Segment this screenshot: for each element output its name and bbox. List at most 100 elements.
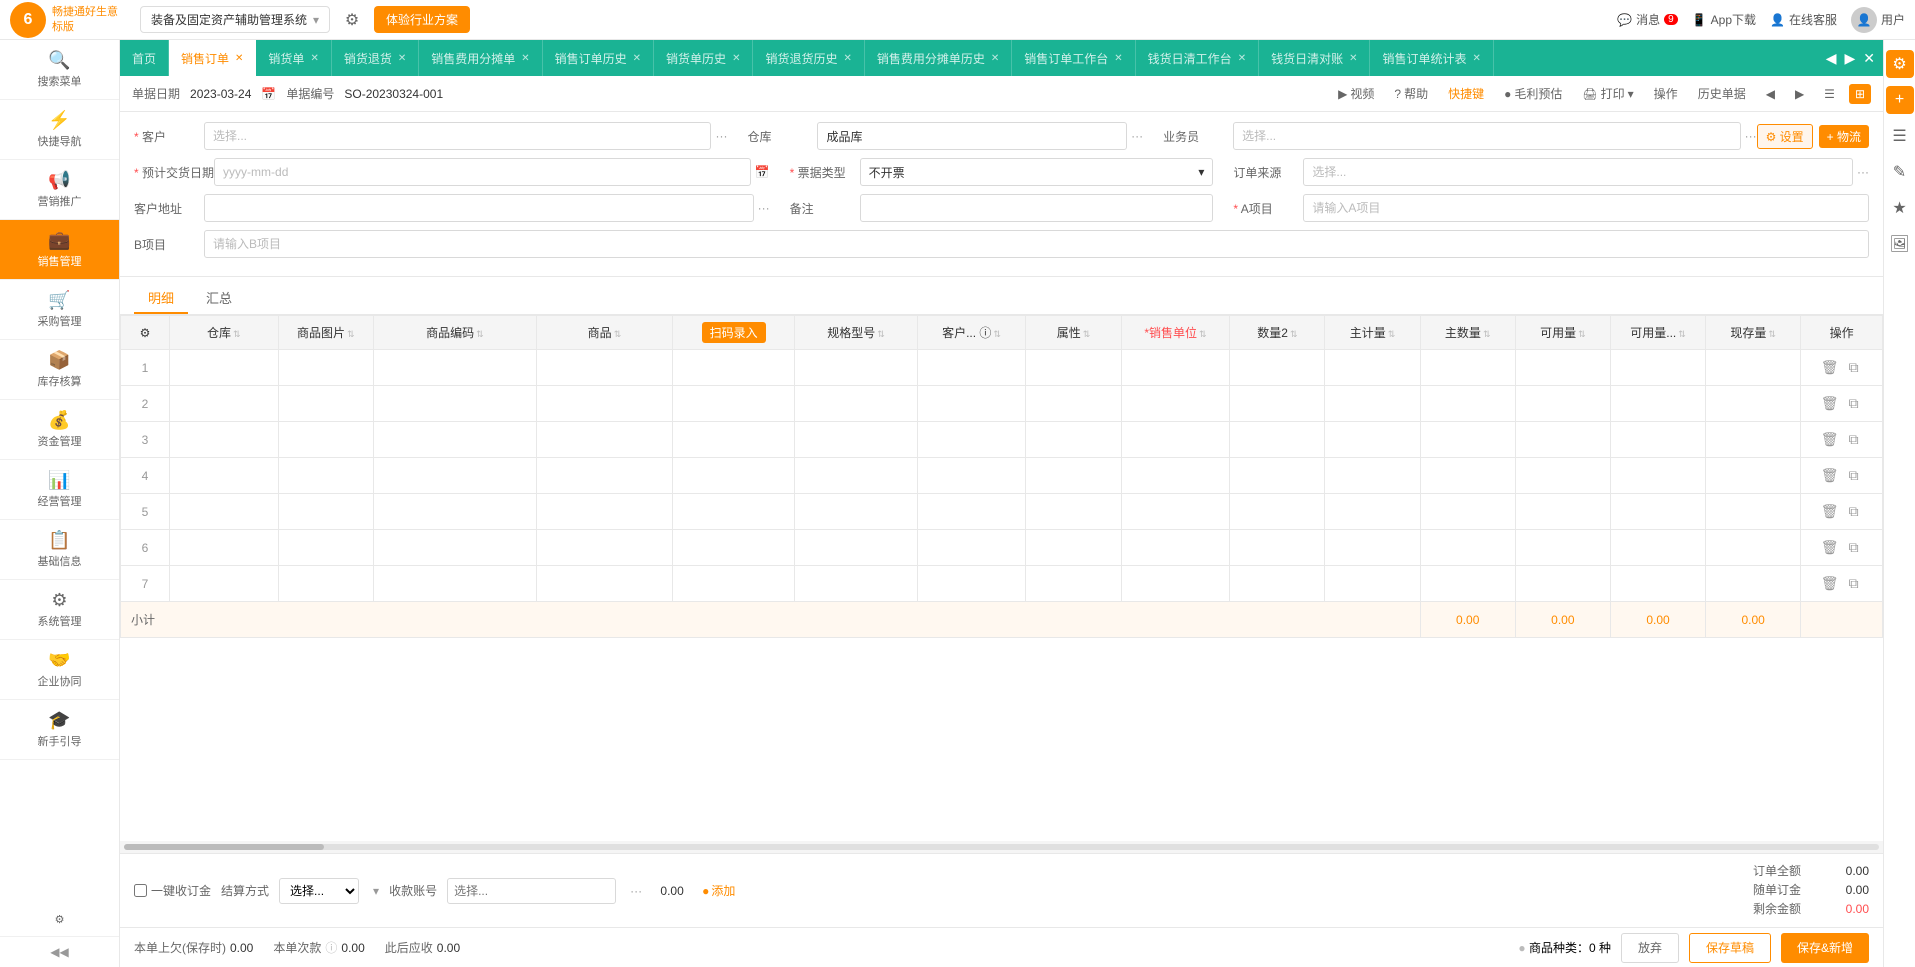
customer-input[interactable] [204,122,711,150]
tab-invoice-history[interactable]: 销货单历史 ✕ [654,40,753,76]
system-selector[interactable]: 装备及固定资产辅助管理系统 ▾ [140,6,330,33]
right-star-icon[interactable]: ★ [1886,194,1914,222]
sidebar-item-operations[interactable]: 📊 经营管理 [0,460,119,520]
order-source-input[interactable] [1303,158,1853,186]
delete-row-1-icon[interactable]: 🗑 [1820,358,1840,378]
invoice-select[interactable]: 不开票 ▾ [860,158,1214,186]
horizontal-scrollbar[interactable] [120,841,1883,853]
sidebar-item-guide[interactable]: 🎓 新手引导 [0,700,119,760]
sidebar-item-search[interactable]: 🔍 搜索菜单 [0,40,119,100]
sidebar-item-sales[interactable]: 💼 销售管理 [0,220,119,280]
copy-row-5-icon[interactable]: ⧉ [1844,502,1864,522]
copy-row-2-icon[interactable]: ⧉ [1844,394,1864,414]
delivery-calendar-icon[interactable]: 📅 [755,165,770,179]
tab-close-sales-expense[interactable]: ✕ [521,53,529,64]
table-scroll[interactable]: ⚙ 仓库⇅ 商品图片⇅ 商品编码⇅ 商品⇅ 扫码录入 规格型号⇅ 客户... ⓘ… [120,315,1883,841]
delivery-date-input[interactable] [214,158,751,186]
settings-button[interactable]: ⚙ [338,6,366,34]
copy-row-3-icon[interactable]: ⧉ [1844,430,1864,450]
print-button[interactable]: 🖨 打印 ▾ [1576,82,1639,105]
tab-sales-order[interactable]: 销售订单 ✕ [169,40,256,76]
sidebar-item-navigation[interactable]: ⚡ 快捷导航 [0,100,119,160]
online-service-button[interactable]: 👤 在线客服 [1770,11,1837,28]
b-project-input[interactable] [204,230,1869,258]
right-add-icon[interactable]: + [1886,86,1914,114]
sidebar-item-purchase[interactable]: 🛒 采购管理 [0,280,119,340]
right-image-icon[interactable]: 🖼 [1886,230,1914,258]
calendar-icon[interactable]: 📅 [261,87,276,101]
tab-daily-workspace[interactable]: 钱货日清工作台 ✕ [1136,40,1259,76]
delete-row-5-icon[interactable]: 🗑 [1820,502,1840,522]
one-click-checkbox-label[interactable]: 一键收订金 [134,882,211,899]
warehouse-more-icon[interactable]: ··· [1131,129,1143,143]
tab-order-workspace[interactable]: 销售订单工作台 ✕ [1012,40,1135,76]
trial-button[interactable]: 体验行业方案 [374,6,470,33]
sidebar-item-inventory[interactable]: 📦 库存核算 [0,340,119,400]
col-header-image[interactable]: 商品图片⇅ [278,316,373,350]
col-header-qty-main[interactable]: 主数量⇅ [1420,316,1515,350]
scroll-thumb[interactable] [124,844,324,850]
col-header-attr[interactable]: 属性⇅ [1026,316,1121,350]
shortcut-button[interactable]: 快捷键 [1442,82,1490,105]
tab-sales-return[interactable]: 销货退货 ✕ [332,40,419,76]
staff-input[interactable] [1233,122,1740,150]
tab-sales-order-history[interactable]: 销售订单历史 ✕ [543,40,654,76]
tab-next-button[interactable]: ▶ [1840,48,1859,69]
col-header-product[interactable]: 商品⇅ [536,316,672,350]
discard-button[interactable]: 放弃 [1621,933,1679,963]
col-header-spec[interactable]: 规格型号⇅ [795,316,917,350]
tab-close-invoice-history[interactable]: ✕ [732,53,740,64]
tab-close-return-history[interactable]: ✕ [843,53,851,64]
delete-row-6-icon[interactable]: 🗑 [1820,538,1840,558]
copy-row-4-icon[interactable]: ⧉ [1844,466,1864,486]
address-more-icon[interactable]: ··· [758,201,770,215]
delete-row-3-icon[interactable]: 🗑 [1820,430,1840,450]
tab-sales-expense[interactable]: 销售费用分摊单 ✕ [419,40,542,76]
history-button[interactable]: 历史单据 [1692,82,1752,105]
address-input[interactable] [204,194,754,222]
tab-expense-history[interactable]: 销售费用分摊单历史 ✕ [865,40,1012,76]
tab-sales-invoice[interactable]: 销货单 ✕ [256,40,331,76]
tab-sales-stats[interactable]: 销售订单统计表 ✕ [1370,40,1493,76]
sidebar-item-base[interactable]: 📋 基础信息 [0,520,119,580]
tab-detail[interactable]: 明细 [134,283,188,314]
sidebar-item-enterprise[interactable]: 🤝 企业协同 [0,640,119,700]
account-input[interactable] [447,878,616,904]
draft-button[interactable]: 保存草稿 [1689,933,1771,963]
help-button[interactable]: ? 帮助 [1388,82,1434,105]
tab-close-sales-order[interactable]: ✕ [235,53,243,64]
tab-close-sales-invoice[interactable]: ✕ [310,53,318,64]
remark-input[interactable] [860,194,1214,222]
copy-row-6-icon[interactable]: ⧉ [1844,538,1864,558]
delete-row-2-icon[interactable]: 🗑 [1820,394,1840,414]
tab-summary[interactable]: 汇总 [192,283,246,314]
sidebar-settings[interactable]: ⚙ [0,903,119,937]
col-header-code[interactable]: 商品编码⇅ [373,316,536,350]
tab-return-history[interactable]: 销货退货历史 ✕ [753,40,864,76]
sidebar-item-finance[interactable]: 💰 资金管理 [0,400,119,460]
warehouse-value[interactable]: 成品库 [817,122,1127,150]
setting-action-button[interactable]: ⚙ 设置 [1757,124,1813,149]
tab-close-daily-workspace[interactable]: ✕ [1238,53,1246,64]
tab-close-expense-history[interactable]: ✕ [991,53,999,64]
right-settings-icon[interactable]: ⚙ [1886,50,1914,78]
right-list-icon[interactable]: ☰ [1886,122,1914,150]
profit-button[interactable]: ● 毛利预估 [1498,82,1568,105]
col-header-unit-main[interactable]: 主计量⇅ [1325,316,1420,350]
add-button[interactable]: ● 添加 [702,882,735,899]
payment-select[interactable]: 选择... [279,878,359,904]
copy-row-1-icon[interactable]: ⧉ [1844,358,1864,378]
scan-button[interactable]: 扫码录入 [702,322,766,343]
copy-row-7-icon[interactable]: ⧉ [1844,574,1864,594]
operation-button[interactable]: 操作 [1648,82,1684,105]
right-edit-icon[interactable]: ✎ [1886,158,1914,186]
list-view-button[interactable]: ☰ [1818,84,1841,104]
view-button[interactable]: ▶ 视频 [1332,82,1380,105]
col-header-qty2[interactable]: 数量2⇅ [1230,316,1325,350]
grid-view-button[interactable]: ⊞ [1849,84,1871,104]
account-more-icon[interactable]: ··· [630,884,642,898]
col-header-unit[interactable]: *销售单位⇅ [1121,316,1230,350]
tab-close-daily-reconcile[interactable]: ✕ [1349,53,1357,64]
tab-close-sales-order-history[interactable]: ✕ [633,53,641,64]
tab-menu-button[interactable]: ✕ [1859,48,1879,69]
